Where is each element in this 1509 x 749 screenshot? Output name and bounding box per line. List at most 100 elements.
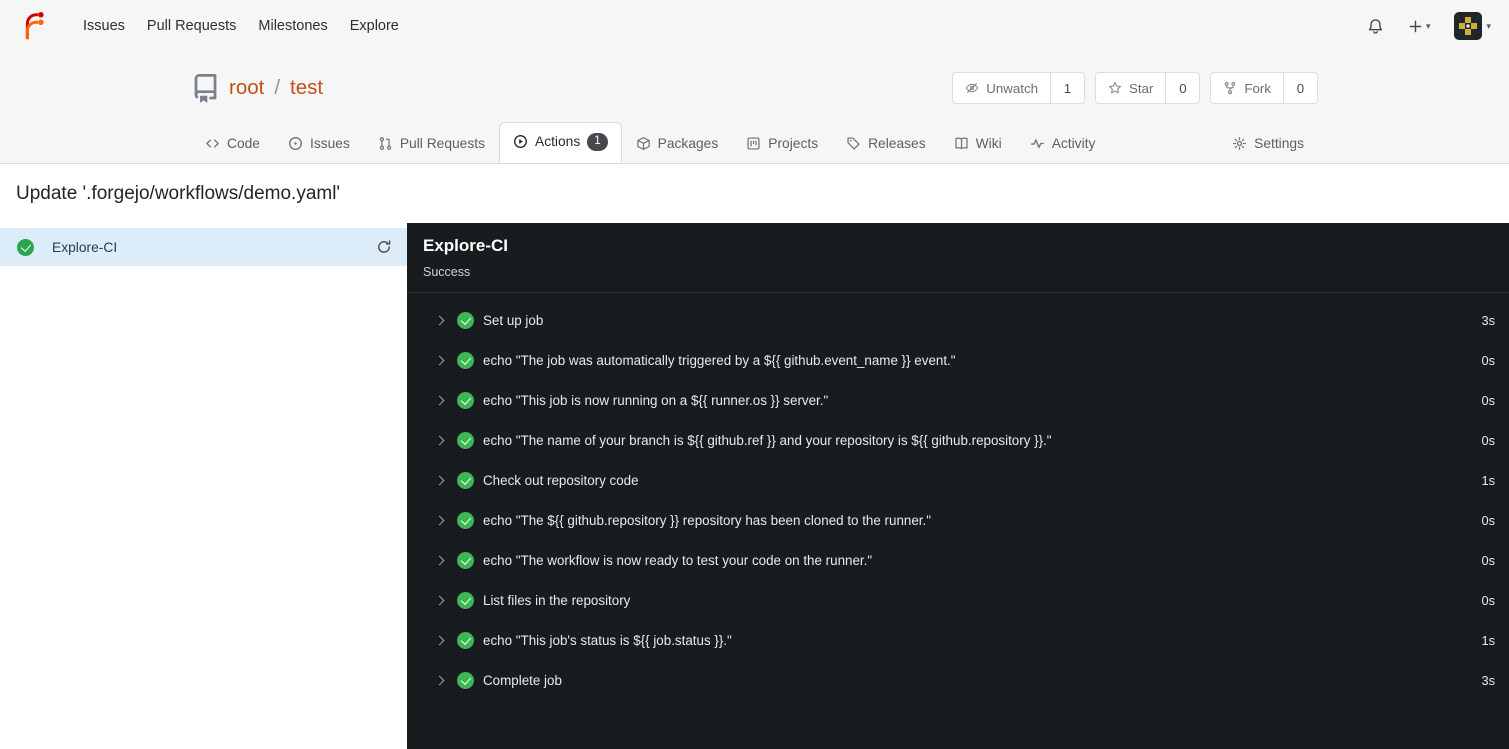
- book-icon: [954, 136, 969, 151]
- plus-icon: [1408, 19, 1423, 34]
- eye-slash-icon: [965, 81, 979, 95]
- tab-packages[interactable]: Packages: [622, 125, 733, 163]
- tab-releases[interactable]: Releases: [832, 125, 940, 163]
- steps-list: Set up job 3s echo "The job was automati…: [407, 293, 1509, 707]
- tab-code[interactable]: Code: [191, 125, 274, 163]
- job-name: Explore-CI: [52, 239, 118, 255]
- unwatch-label: Unwatch: [986, 80, 1038, 96]
- step-name: echo "The name of your branch is ${{ git…: [483, 432, 1052, 448]
- git-pull-request-icon: [378, 136, 393, 151]
- star-label: Star: [1129, 80, 1154, 96]
- log-job-status: Success: [423, 265, 471, 279]
- tab-wiki[interactable]: Wiki: [940, 125, 1016, 163]
- star-icon: [1108, 81, 1122, 95]
- tab-projects[interactable]: Projects: [732, 125, 832, 163]
- step-name: echo "This job is now running on a ${{ r…: [483, 392, 829, 408]
- notifications-button[interactable]: [1367, 18, 1384, 35]
- code-icon: [205, 136, 220, 151]
- repo-title-row: root / test Unwatch 1 Star 0 Fork 0: [191, 52, 1318, 108]
- step-duration: 3s: [1481, 312, 1495, 328]
- tab-actions[interactable]: Actions 1: [499, 122, 622, 163]
- check-circle-icon: [457, 391, 474, 409]
- play-icon: [513, 134, 528, 149]
- step-duration: 0s: [1481, 392, 1495, 408]
- tag-icon: [846, 136, 861, 151]
- tab-activity[interactable]: Activity: [1016, 125, 1110, 163]
- issue-opened-icon: [288, 136, 303, 151]
- user-menu[interactable]: ▾: [1454, 12, 1491, 40]
- bell-icon: [1367, 18, 1384, 35]
- step-row-echo-ready[interactable]: echo "The workflow is now ready to test …: [407, 540, 1509, 580]
- nav-item-issues[interactable]: Issues: [72, 10, 136, 42]
- unwatch-button[interactable]: Unwatch: [952, 72, 1051, 104]
- check-circle-icon: [457, 591, 474, 609]
- tab-pull-requests[interactable]: Pull Requests: [364, 125, 499, 163]
- chevron-right-icon: [434, 474, 447, 487]
- step-name: echo "The workflow is now ready to test …: [483, 552, 873, 568]
- check-circle-icon: [457, 471, 474, 489]
- top-navbar: Issues Pull Requests Milestones Explore …: [0, 0, 1509, 52]
- step-row-setup[interactable]: Set up job 3s: [407, 300, 1509, 340]
- tab-issues[interactable]: Issues: [274, 125, 364, 163]
- repo-name-link[interactable]: test: [290, 76, 323, 100]
- job-log-panel: Explore-CI Success Set up job 3s echo "T…: [407, 223, 1509, 749]
- rerun-icon[interactable]: [376, 239, 392, 255]
- step-row-echo-cloned[interactable]: echo "The ${{ github.repository }} repos…: [407, 500, 1509, 540]
- chevron-right-icon: [434, 634, 447, 647]
- repo-owner-link[interactable]: root: [229, 76, 264, 100]
- step-row-echo-runner-os[interactable]: echo "This job is now running on a ${{ r…: [407, 380, 1509, 420]
- step-row-complete[interactable]: Complete job 3s: [407, 660, 1509, 700]
- fork-button[interactable]: Fork: [1210, 72, 1284, 104]
- check-circle-icon: [457, 351, 474, 369]
- check-circle-icon: [17, 238, 34, 256]
- nav-item-pull-requests[interactable]: Pull Requests: [136, 10, 247, 42]
- chevron-right-icon: [434, 434, 447, 447]
- step-duration: 0s: [1481, 432, 1495, 448]
- step-name: Set up job: [483, 312, 544, 328]
- check-circle-icon: [457, 311, 474, 329]
- step-duration: 3s: [1481, 672, 1495, 688]
- watchers-count[interactable]: 1: [1051, 72, 1085, 104]
- check-circle-icon: [457, 671, 474, 689]
- watch-button-group: Unwatch 1: [952, 72, 1085, 104]
- actions-count-badge: 1: [587, 133, 608, 151]
- chevron-right-icon: [434, 514, 447, 527]
- step-row-echo-branch[interactable]: echo "The name of your branch is ${{ git…: [407, 420, 1509, 460]
- create-new-button[interactable]: ▾: [1408, 19, 1430, 34]
- chevron-right-icon: [434, 394, 447, 407]
- tab-settings[interactable]: Settings: [1218, 125, 1318, 163]
- job-item-explore-ci[interactable]: Explore-CI: [0, 228, 407, 266]
- forgejo-logo[interactable]: [18, 11, 48, 41]
- repo-actions: Unwatch 1 Star 0 Fork 0: [952, 72, 1318, 104]
- log-job-title: Explore-CI: [423, 236, 509, 255]
- chevron-down-icon: ▾: [1486, 20, 1491, 31]
- repo-tab-bar: Code Issues Pull Requests Actions 1 Pack…: [191, 122, 1318, 163]
- step-name: echo "This job's status is ${{ job.statu…: [483, 632, 732, 648]
- pulse-icon: [1030, 136, 1045, 151]
- step-row-list-files[interactable]: List files in the repository 0s: [407, 580, 1509, 620]
- step-name: Complete job: [483, 672, 562, 688]
- chevron-right-icon: [434, 354, 447, 367]
- nav-item-milestones[interactable]: Milestones: [247, 10, 338, 42]
- check-circle-icon: [457, 431, 474, 449]
- step-duration: 1s: [1481, 472, 1495, 488]
- chevron-right-icon: [434, 554, 447, 567]
- star-button[interactable]: Star: [1095, 72, 1167, 104]
- step-row-echo-event[interactable]: echo "The job was automatically triggere…: [407, 340, 1509, 380]
- stars-count[interactable]: 0: [1166, 72, 1201, 104]
- jobs-sidebar: Explore-CI: [0, 223, 407, 749]
- chevron-right-icon: [434, 314, 447, 327]
- forks-count[interactable]: 0: [1284, 72, 1318, 104]
- step-name: Check out repository code: [483, 472, 639, 488]
- project-board-icon: [746, 136, 761, 151]
- check-circle-icon: [457, 551, 474, 569]
- step-row-echo-status[interactable]: echo "This job's status is ${{ job.statu…: [407, 620, 1509, 660]
- step-name: List files in the repository: [483, 592, 631, 608]
- avatar: [1454, 12, 1483, 40]
- fork-button-group: Fork 0: [1210, 72, 1318, 104]
- run-title: Update '.forgejo/workflows/demo.yaml': [16, 182, 341, 204]
- nav-item-explore[interactable]: Explore: [339, 10, 410, 42]
- repo-separator: /: [274, 76, 281, 99]
- step-row-checkout[interactable]: Check out repository code 1s: [407, 460, 1509, 500]
- step-duration: 0s: [1481, 352, 1495, 368]
